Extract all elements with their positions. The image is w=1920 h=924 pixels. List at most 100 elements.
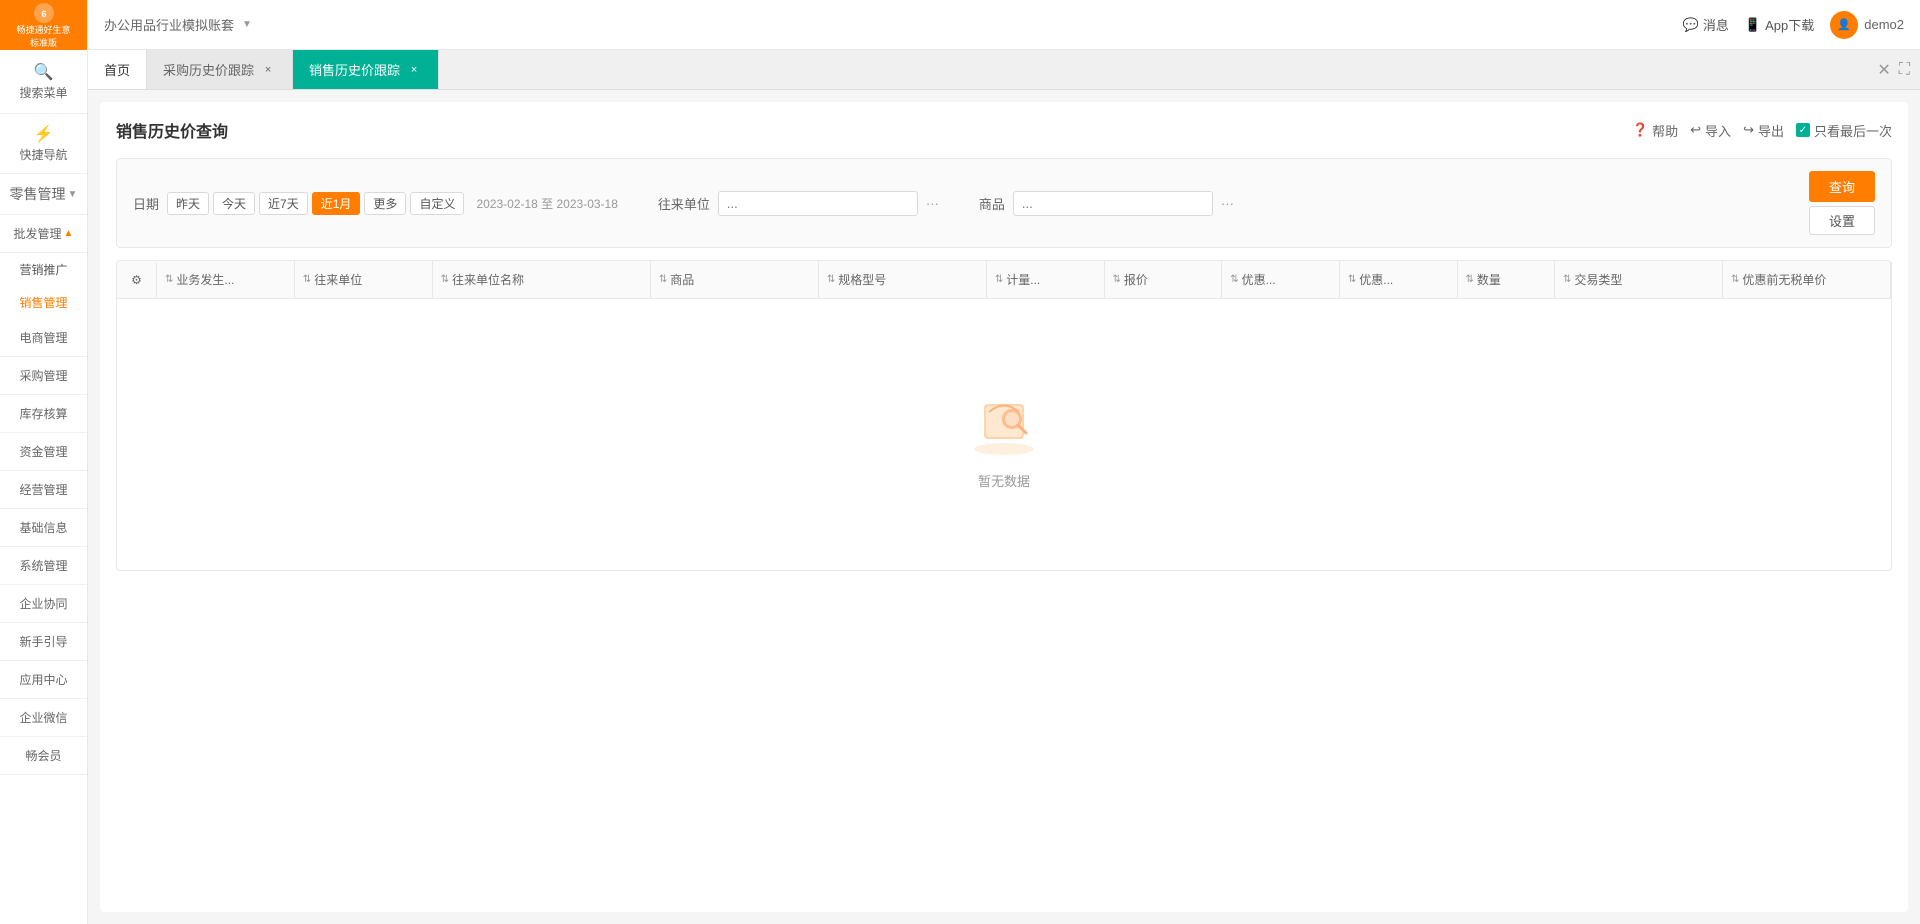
sidebar-item-enterprise[interactable]: 企业协同 [0,585,87,623]
appstore-label: 应用中心 [19,673,67,687]
message-label: 消息 [1703,15,1729,34]
th-no-tax-label: 优惠前无税单价 [1742,271,1826,288]
retail-label: 零售管理 [10,184,66,204]
sidebar-item-basic[interactable]: 基础信息 [0,509,87,547]
help-label: 帮助 [1652,121,1678,140]
download-icon: 📱 [1745,17,1761,33]
page-header: 销售历史价查询 ❓ 帮助 ↩ 导入 ↪ 导出 ✓ [116,118,1892,142]
more-btn[interactable]: 更多 [364,192,406,215]
th-discount1-label: 优惠... [1242,271,1276,288]
yesterday-btn[interactable]: 昨天 [167,192,209,215]
sidebar-item-finance[interactable]: 资金管理 [0,433,87,471]
th-goods-label: 商品 [670,271,694,288]
ecommerce-label: 电商管理 [19,331,67,345]
member-label: 畅会员 [25,749,61,763]
sidebar-item-purchase[interactable]: 采购管理 [0,357,87,395]
th-unit[interactable]: ⇅ 计量... [987,261,1105,298]
th-unit-name-label: 往来单位名称 [452,271,524,288]
tabs-bar: 首页 采购历史价跟踪 × 销售历史价跟踪 × ✕ ⛶ [88,50,1920,90]
data-table: ⚙ ⇅ 业务发生... ⇅ 往来单位 ⇅ 往来单位名称 [116,260,1892,571]
th-spec[interactable]: ⇅ 规格型号 [819,261,987,298]
sidebar-search[interactable]: 🔍 搜索菜单 [0,50,87,114]
query-btn[interactable]: 查询 [1809,171,1875,202]
th-discount2-label: 优惠... [1359,271,1393,288]
export-label: 导出 [1758,121,1784,140]
settings-btn[interactable]: 设置 [1809,206,1875,235]
sidebar-item-sales[interactable]: 销售管理 [0,286,87,319]
wholesale-expand-icon: ▲ [64,228,74,239]
sidebar-item-wechat[interactable]: 企业微信 [0,699,87,737]
sidebar-item-wholesale[interactable]: 批发管理 ▲ [0,215,87,253]
filter-action-buttons: 查询 设置 [1809,171,1875,235]
sort-unit-name-icon: ⇅ [441,274,449,285]
sort-spec-icon: ⇅ [827,274,835,285]
message-btn[interactable]: 💬 消息 [1683,15,1729,34]
sidebar-item-guide[interactable]: 新手引导 [0,623,87,661]
today-btn[interactable]: 今天 [213,192,255,215]
month-btn[interactable]: 近1月 [312,192,361,215]
th-settings[interactable]: ⚙ [117,263,157,297]
sidebar-item-system[interactable]: 系统管理 [0,547,87,585]
week-btn[interactable]: 近7天 [259,192,308,215]
tab-fullscreen-icon[interactable]: ⛶ [1899,61,1910,79]
partner-dots-btn[interactable]: ··· [926,196,939,211]
sort-qty-icon: ⇅ [1466,274,1474,285]
th-trade-type-label: 交易类型 [1574,271,1622,288]
sales-label: 销售管理 [19,296,67,310]
purchase-label: 采购管理 [19,369,67,383]
tab-purchase-close-icon[interactable]: × [260,62,276,78]
tab-sales-history[interactable]: 销售历史价跟踪 × [293,50,439,89]
user-profile-btn[interactable]: 👤 demo2 [1830,11,1904,39]
only-last-toggle[interactable]: ✓ 只看最后一次 [1796,121,1892,140]
app-download-btn[interactable]: 📱 App下载 [1745,15,1814,34]
goods-dots-btn[interactable]: ··· [1221,196,1234,211]
sidebar-item-marketing[interactable]: 营销推广 [0,253,87,286]
th-price-label: 报价 [1124,271,1148,288]
th-unit-code[interactable]: ⇅ 往来单位 [295,261,433,298]
app-name: 畅捷通好生意 [16,25,70,36]
export-btn[interactable]: ↪ 导出 [1743,121,1784,140]
th-unit-code-label: 往来单位 [314,271,362,288]
page-title: 销售历史价查询 [116,118,228,142]
partner-input[interactable] [718,191,918,216]
th-qty[interactable]: ⇅ 数量 [1458,261,1556,298]
goods-filter-group: 商品 ··· [979,191,1234,216]
tab-close-all-icon[interactable]: ✕ [1877,60,1890,80]
sidebar-item-appstore[interactable]: 应用中心 [0,661,87,699]
sidebar-item-quick-nav[interactable]: ⚡ 快捷导航 [0,114,87,174]
th-discount2[interactable]: ⇅ 优惠... [1340,261,1458,298]
sidebar-item-ecommerce[interactable]: 电商管理 [0,319,87,357]
date-filter-label: 日期 [133,194,159,213]
tab-sales-close-icon[interactable]: × [406,62,422,78]
sidebar-item-operations[interactable]: 经营管理 [0,471,87,509]
th-unit-label: 计量... [1006,271,1040,288]
goods-input[interactable] [1013,191,1213,216]
message-icon: 💬 [1683,17,1699,33]
tab-home[interactable]: 首页 [88,50,147,89]
sidebar-item-member[interactable]: 畅会员 [0,737,87,775]
th-discount1[interactable]: ⇅ 优惠... [1222,261,1340,298]
sort-goods-icon: ⇅ [659,274,667,285]
sidebar-item-retail[interactable]: 零售管理 ▼ [0,174,87,215]
sort-unit-icon: ⇅ [995,274,1003,285]
th-goods[interactable]: ⇅ 商品 [651,261,819,298]
import-btn[interactable]: ↩ 导入 [1690,121,1731,140]
svg-text:6: 6 [41,9,46,19]
search-label: 搜索菜单 [0,84,87,101]
sidebar-item-inventory[interactable]: 库存核算 [0,395,87,433]
avatar-icon: 👤 [1837,18,1851,31]
th-trade-type[interactable]: ⇅ 交易类型 [1555,261,1723,298]
workspace-dropdown-icon[interactable]: ▼ [242,19,252,30]
checkbox-checked-icon: ✓ [1796,123,1810,137]
th-price[interactable]: ⇅ 报价 [1105,261,1223,298]
help-btn[interactable]: ❓ 帮助 [1632,121,1678,140]
tab-purchase-history[interactable]: 采购历史价跟踪 × [147,50,293,89]
sort-up-icon: ⇅ [165,274,173,285]
avatar: 👤 [1830,11,1858,39]
custom-btn[interactable]: 自定义 [410,192,464,215]
th-no-tax-price[interactable]: ⇅ 优惠前无税单价 [1723,261,1891,298]
th-unit-name[interactable]: ⇅ 往来单位名称 [433,261,651,298]
th-date[interactable]: ⇅ 业务发生... [157,261,295,298]
tab-sales-label: 销售历史价跟踪 [309,60,400,79]
sort-trade-icon: ⇅ [1563,274,1571,285]
